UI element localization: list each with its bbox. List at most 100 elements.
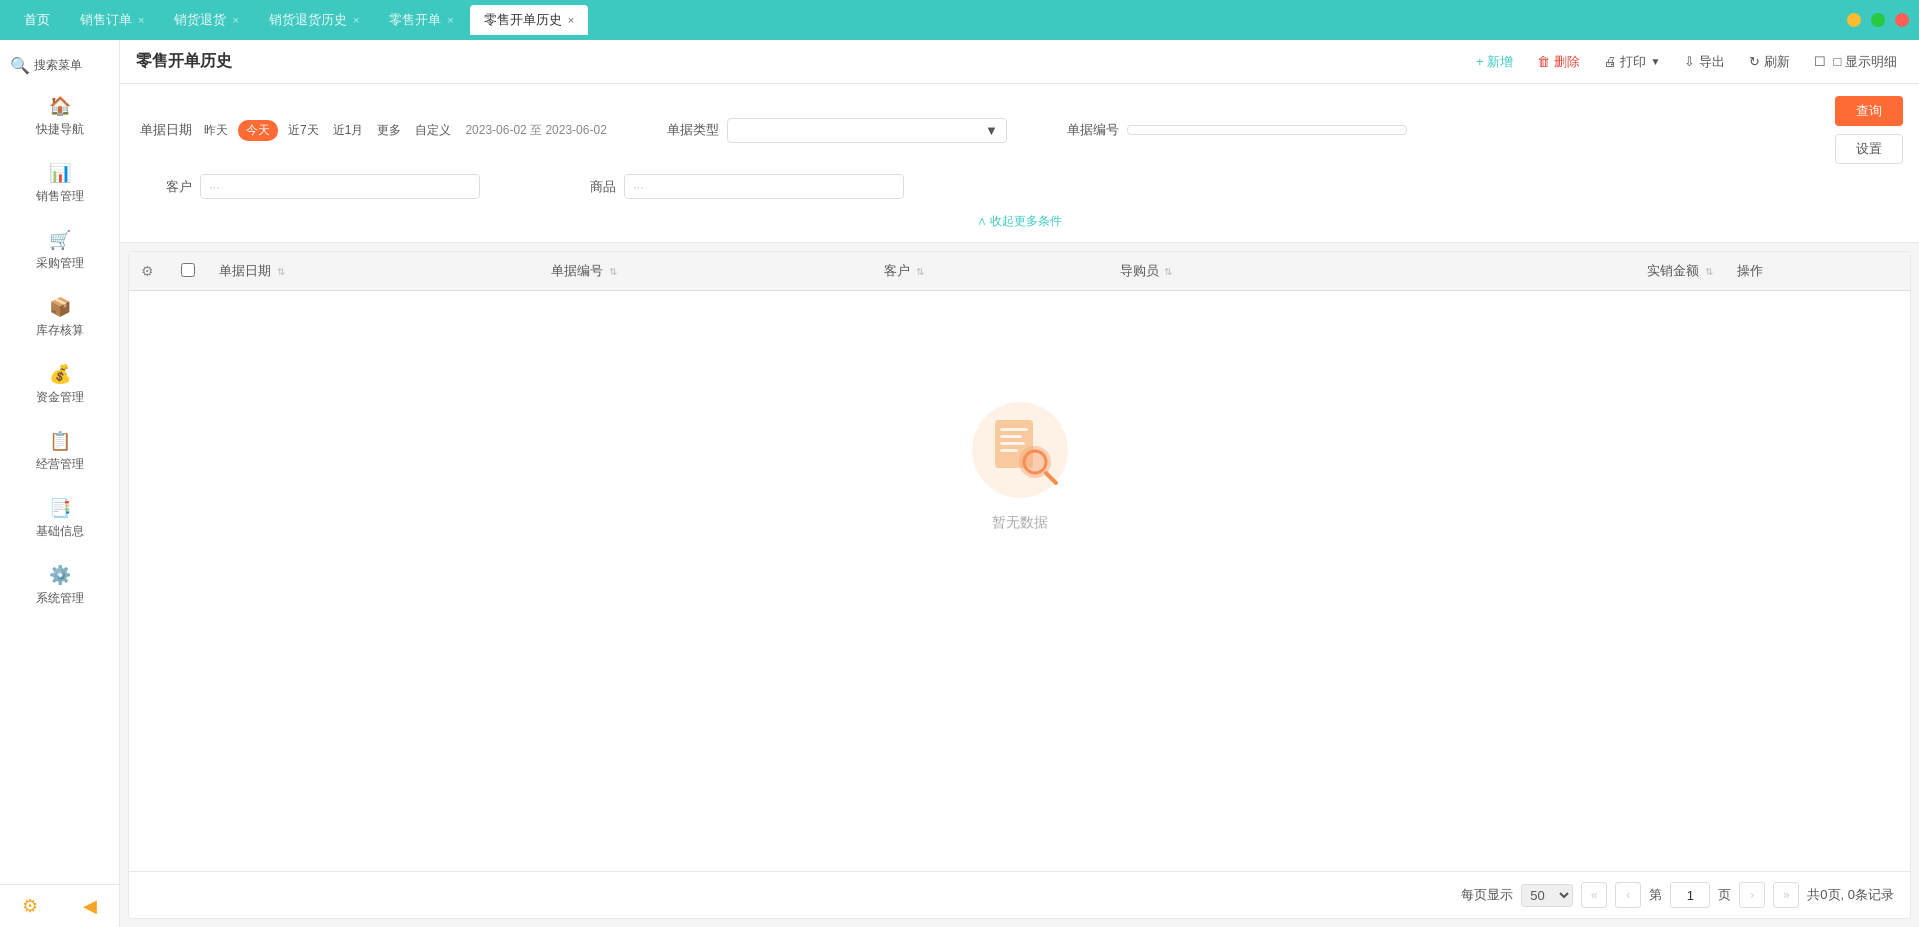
sidebar-item-basic-info[interactable]: 📑 基础信息 — [0, 485, 119, 552]
select-all-checkbox[interactable] — [181, 263, 195, 277]
date-last1month-btn[interactable]: 近1月 — [329, 120, 368, 141]
date-shortcuts: 昨天 今天 近7天 近1月 更多 自定义 2023-06-02 至 2023-0… — [200, 120, 607, 141]
filter-doctype-select[interactable]: ▼ — [727, 118, 1007, 143]
data-table: ⚙ 单据日期 ⇅ 单据编号 ⇅ — [129, 252, 1910, 291]
tab-sales-order[interactable]: 销售订单 × — [66, 5, 158, 35]
sidebar-item-finance[interactable]: 💰 资金管理 — [0, 351, 119, 418]
th-docno-sort-icon[interactable]: ⇅ — [609, 266, 617, 277]
date-today-btn[interactable]: 今天 — [238, 120, 278, 141]
delete-button[interactable]: 🗑 删除 — [1531, 49, 1586, 75]
th-guide-sort-icon[interactable]: ⇅ — [1164, 266, 1172, 277]
tab-sales-return-history[interactable]: 销货退货历史 × — [255, 5, 373, 35]
th-guide-label: 导购员 — [1120, 263, 1159, 278]
prev-page-btn[interactable]: ‹ — [1615, 882, 1641, 908]
filter-customer-input[interactable]: ··· — [200, 174, 480, 199]
date-range-display: 2023-06-02 至 2023-06-02 — [465, 122, 606, 139]
table-header-row: ⚙ 单据日期 ⇅ 单据编号 ⇅ — [129, 252, 1910, 291]
data-table-wrapper: ⚙ 单据日期 ⇅ 单据编号 ⇅ — [128, 251, 1911, 919]
tab-sales-order-label: 销售订单 — [80, 11, 132, 29]
print-button-label: 🖨 打印 — [1604, 53, 1647, 71]
th-guide: 导购员 ⇅ — [1108, 252, 1392, 291]
window-maximize-button[interactable] — [1871, 13, 1885, 27]
svg-rect-5 — [1000, 449, 1018, 452]
last-page-btn[interactable]: » — [1773, 882, 1799, 908]
query-settings-col: 查询 设置 — [1835, 96, 1903, 164]
tab-home[interactable]: 首页 — [10, 5, 64, 35]
sidebar-item-sales-mgmt-label: 销售管理 — [36, 188, 84, 205]
filter-goods-input[interactable]: ··· — [624, 174, 904, 199]
sidebar-item-sales-mgmt[interactable]: 📊 销售管理 — [0, 150, 119, 217]
sidebar-item-basic-info-label: 基础信息 — [36, 523, 84, 540]
page-title: 零售开单历史 — [136, 51, 232, 72]
date-last7-btn[interactable]: 近7天 — [284, 120, 323, 141]
date-more-btn[interactable]: 更多 — [373, 120, 405, 141]
th-customer: 客户 ⇅ — [872, 252, 1108, 291]
page-of-label: 页 — [1718, 886, 1731, 904]
collapse-filter-btn[interactable]: ∧ 收起更多条件 — [136, 209, 1903, 234]
delete-button-label: 🗑 删除 — [1537, 53, 1580, 71]
page-size-select[interactable]: 50 10 20 100 — [1521, 884, 1573, 907]
first-page-btn[interactable]: « — [1581, 882, 1607, 908]
print-button[interactable]: 🖨 打印 ▼ — [1598, 49, 1667, 75]
next-page-btn[interactable]: › — [1739, 882, 1765, 908]
tab-sales-return-close[interactable]: × — [232, 14, 238, 26]
filter-doctype-item: 单据类型 ▼ — [663, 118, 1007, 143]
total-info: 共0页, 0条记录 — [1807, 886, 1894, 904]
refresh-button[interactable]: ↻ 刷新 — [1743, 49, 1796, 75]
tab-sales-return[interactable]: 销货退货 × — [160, 5, 252, 35]
empty-svg — [970, 400, 1070, 500]
sidebar-search[interactable]: 🔍 搜索菜单 — [0, 48, 119, 83]
table-settings-icon[interactable]: ⚙ — [141, 263, 154, 279]
display-detail-label: □ 显示明细 — [1834, 53, 1897, 71]
sidebar-item-purchase-mgmt[interactable]: 🛒 采购管理 — [0, 217, 119, 284]
display-detail-button[interactable]: ☐ □ 显示明细 — [1808, 49, 1903, 75]
th-date-sort-icon[interactable]: ⇅ — [277, 266, 285, 277]
th-date-label: 单据日期 — [219, 263, 271, 278]
filter-panel: 单据日期 昨天 今天 近7天 近1月 更多 自定义 2023-06-02 至 2… — [120, 84, 1919, 243]
window-close-button[interactable] — [1895, 13, 1909, 27]
filter-settings-button[interactable]: 设置 — [1835, 134, 1903, 164]
date-custom-btn[interactable]: 自定义 — [411, 120, 455, 141]
tab-sales-order-close[interactable]: × — [138, 14, 144, 26]
th-amount: 实销金额 ⇅ — [1392, 252, 1724, 291]
basic-info-icon: 📑 — [49, 497, 71, 519]
tab-retail-open[interactable]: 零售开单 × — [375, 5, 467, 35]
window-minimize-button[interactable] — [1847, 13, 1861, 27]
filter-date-item: 单据日期 昨天 今天 近7天 近1月 更多 自定义 2023-06-02 至 2… — [136, 120, 607, 141]
operations-icon: 📋 — [49, 430, 71, 452]
sidebar-settings-icon[interactable]: ⚙ — [22, 895, 38, 917]
page-size-label: 每页显示 — [1461, 886, 1513, 904]
tab-retail-open-label: 零售开单 — [389, 11, 441, 29]
pagination: 每页显示 50 10 20 100 « ‹ 第 页 › » 共0页, 0条记录 — [129, 871, 1910, 918]
toolbar-actions: + 新增 🗑 删除 🖨 打印 ▼ ⇩ 导出 ↻ 刷新 ☐ □ 显示明细 — [1470, 49, 1903, 75]
tab-sales-return-history-close[interactable]: × — [353, 14, 359, 26]
page-label: 第 — [1649, 886, 1662, 904]
sidebar-item-operations[interactable]: 📋 经营管理 — [0, 418, 119, 485]
tab-sales-return-label: 销货退货 — [174, 11, 226, 29]
filter-docno-input[interactable] — [1127, 125, 1407, 135]
th-customer-sort-icon[interactable]: ⇅ — [916, 266, 924, 277]
date-yesterday-btn[interactable]: 昨天 — [200, 120, 232, 141]
window-controls — [1847, 13, 1909, 27]
empty-state: 暂无数据 — [129, 291, 1910, 641]
tab-retail-open-close[interactable]: × — [447, 14, 453, 26]
th-amount-label: 实销金额 — [1647, 263, 1699, 278]
sidebar-collapse-icon[interactable]: ◀ — [83, 895, 97, 917]
table-scroll[interactable]: ⚙ 单据日期 ⇅ 单据编号 ⇅ — [129, 252, 1910, 871]
sidebar-item-operations-label: 经营管理 — [36, 456, 84, 473]
new-button[interactable]: + 新增 — [1470, 49, 1519, 75]
sidebar-item-finance-label: 资金管理 — [36, 389, 84, 406]
tab-retail-open-history-close[interactable]: × — [568, 14, 574, 26]
display-detail-checkbox: ☐ — [1814, 54, 1826, 69]
page-input[interactable] — [1670, 882, 1710, 908]
query-button[interactable]: 查询 — [1835, 96, 1903, 126]
tab-retail-open-history[interactable]: 零售开单历史 × — [470, 5, 588, 35]
th-amount-sort-icon[interactable]: ⇅ — [1705, 266, 1713, 277]
sidebar-item-quick-nav[interactable]: 🏠 快捷导航 — [0, 83, 119, 150]
sidebar-item-sys-mgmt[interactable]: ⚙️ 系统管理 — [0, 552, 119, 619]
sidebar-item-inventory[interactable]: 📦 库存核算 — [0, 284, 119, 351]
main-layout: 🔍 搜索菜单 🏠 快捷导航 📊 销售管理 🛒 采购管理 📦 库存核算 💰 资金管… — [0, 40, 1919, 927]
export-button[interactable]: ⇩ 导出 — [1678, 49, 1731, 75]
th-checkbox — [169, 252, 207, 291]
content-area: 零售开单历史 + 新增 🗑 删除 🖨 打印 ▼ ⇩ 导出 ↻ 刷新 — [120, 40, 1919, 927]
